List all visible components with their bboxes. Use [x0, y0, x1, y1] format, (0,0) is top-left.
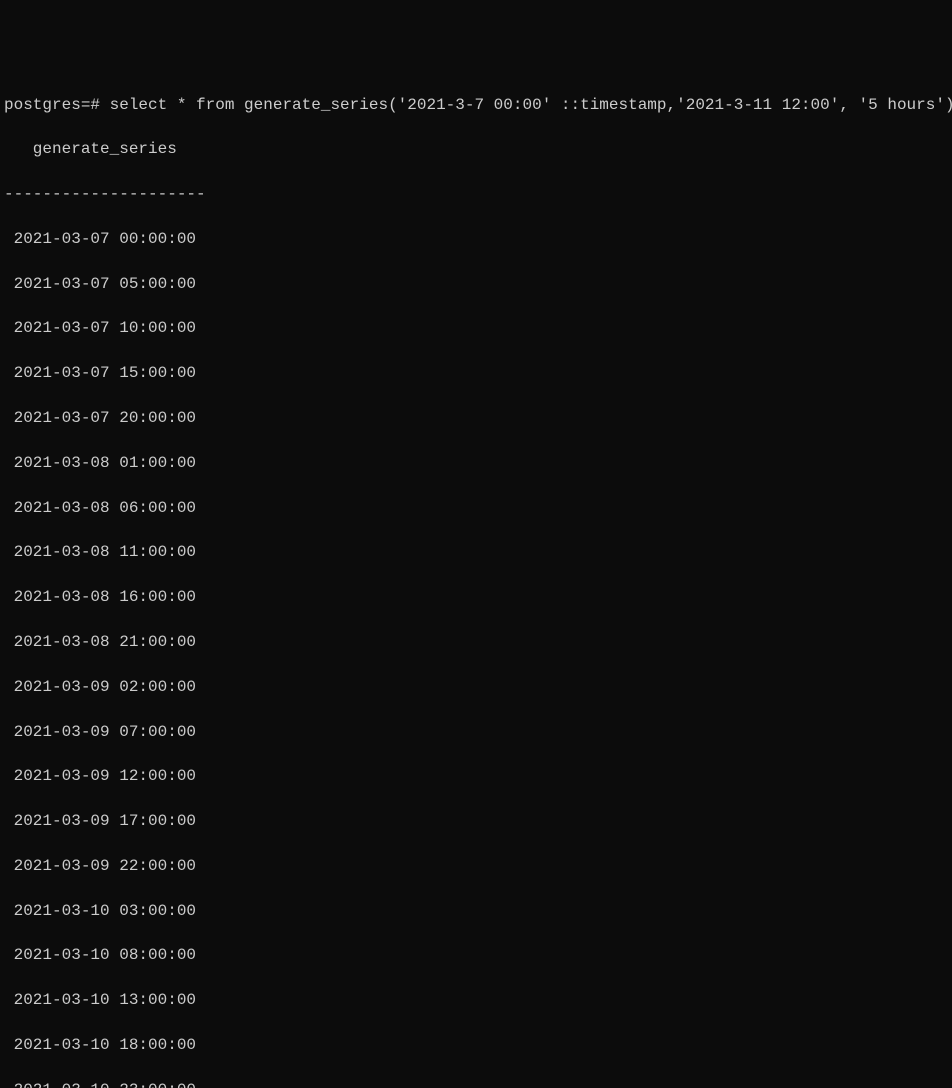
result-row: 2021-03-08 16:00:00 [4, 586, 948, 608]
result-row: 2021-03-09 02:00:00 [4, 676, 948, 698]
result-row: 2021-03-09 12:00:00 [4, 765, 948, 787]
result-row: 2021-03-08 11:00:00 [4, 541, 948, 563]
result-row: 2021-03-08 06:00:00 [4, 497, 948, 519]
result-row: 2021-03-07 05:00:00 [4, 273, 948, 295]
result-divider: --------------------- [4, 183, 948, 205]
result-row: 2021-03-10 03:00:00 [4, 900, 948, 922]
result-row: 2021-03-08 01:00:00 [4, 452, 948, 474]
result-row: 2021-03-10 13:00:00 [4, 989, 948, 1011]
result-row: 2021-03-09 07:00:00 [4, 721, 948, 743]
column-header: generate_series [4, 138, 948, 160]
result-row: 2021-03-07 20:00:00 [4, 407, 948, 429]
result-row: 2021-03-07 00:00:00 [4, 228, 948, 250]
result-row: 2021-03-10 23:00:00 [4, 1079, 948, 1088]
result-row: 2021-03-10 08:00:00 [4, 944, 948, 966]
result-row: 2021-03-07 15:00:00 [4, 362, 948, 384]
result-rows-container: 2021-03-07 00:00:00 2021-03-07 05:00:00 … [4, 228, 948, 1088]
result-row: 2021-03-09 17:00:00 [4, 810, 948, 832]
sql-prompt-line[interactable]: postgres=# select * from generate_series… [4, 94, 948, 116]
result-row: 2021-03-09 22:00:00 [4, 855, 948, 877]
result-row: 2021-03-10 18:00:00 [4, 1034, 948, 1056]
result-row: 2021-03-08 21:00:00 [4, 631, 948, 653]
result-row: 2021-03-07 10:00:00 [4, 317, 948, 339]
